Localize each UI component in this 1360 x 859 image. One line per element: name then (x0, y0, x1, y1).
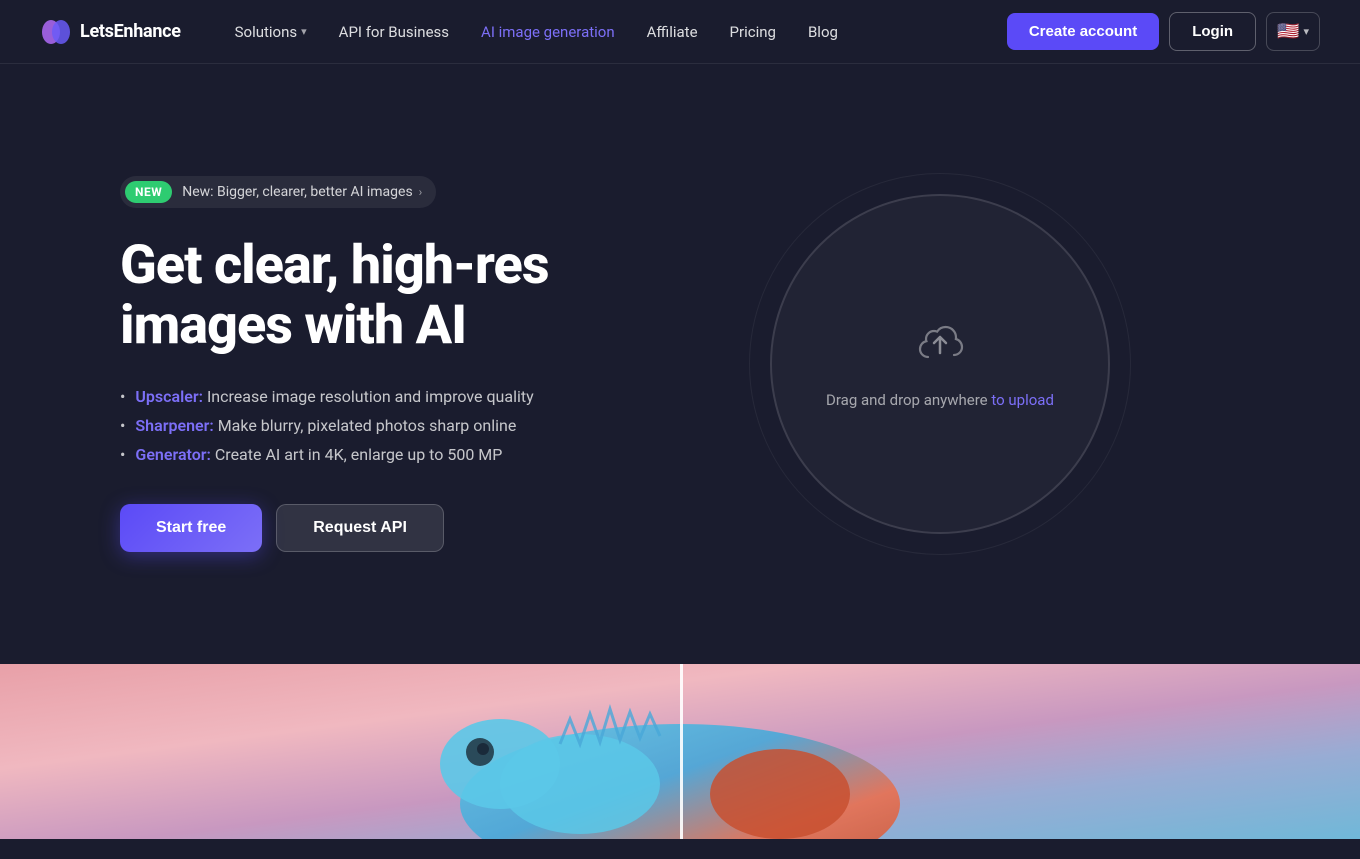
image-split-line (680, 664, 683, 839)
feature-label-upscaler: Upscaler: (135, 387, 203, 406)
upload-icon (914, 319, 966, 375)
logo-link[interactable]: LetsEnhance (40, 16, 181, 48)
new-badge-row: NEW New: Bigger, clearer, better AI imag… (120, 176, 640, 208)
feature-generator: Generator: Create AI art in 4K, enlarge … (120, 445, 640, 464)
logo-icon (40, 16, 72, 48)
chevron-right-icon: › (419, 185, 423, 199)
nav-actions: Create account Login 🇺🇸 ▾ (1007, 12, 1320, 51)
nav-item-affiliate[interactable]: Affiliate (633, 15, 712, 49)
feature-list: Upscaler: Increase image resolution and … (120, 387, 640, 464)
new-badge-wrapper[interactable]: NEW New: Bigger, clearer, better AI imag… (120, 176, 436, 208)
nav-item-api[interactable]: API for Business (325, 15, 463, 49)
hero-section: NEW New: Bigger, clearer, better AI imag… (0, 64, 1360, 664)
hero-heading: Get clear, high-res images with AI (120, 236, 640, 355)
nav-links: Solutions ▾ API for Business AI image ge… (221, 15, 1007, 49)
start-free-button[interactable]: Start free (120, 504, 262, 552)
logo-text: LetsEnhance (80, 21, 181, 42)
nav-item-blog[interactable]: Blog (794, 15, 852, 49)
chameleon-image-section (0, 664, 1360, 839)
upload-dropzone[interactable]: Drag and drop anywhere to upload (770, 194, 1110, 534)
request-api-button[interactable]: Request API (276, 504, 444, 552)
upload-instruction: Drag and drop anywhere to upload (826, 391, 1054, 409)
feature-upscaler: Upscaler: Increase image resolution and … (120, 387, 640, 406)
chevron-down-icon: ▾ (301, 25, 307, 38)
nav-item-ai-generation[interactable]: AI image generation (467, 15, 629, 49)
flag-icon: 🇺🇸 (1277, 21, 1299, 42)
nav-item-pricing[interactable]: Pricing (716, 15, 790, 49)
badge-announcement: New: Bigger, clearer, better AI images › (182, 184, 422, 200)
new-badge: NEW (125, 181, 172, 203)
cta-row: Start free Request API (120, 504, 640, 552)
language-selector[interactable]: 🇺🇸 ▾ (1266, 12, 1320, 51)
navbar: LetsEnhance Solutions ▾ API for Business… (0, 0, 1360, 64)
hero-right: Drag and drop anywhere to upload (640, 194, 1240, 534)
chevron-down-icon: ▾ (1303, 25, 1309, 38)
login-button[interactable]: Login (1169, 12, 1256, 51)
nav-item-solutions[interactable]: Solutions ▾ (221, 15, 321, 49)
upload-link[interactable]: to upload (991, 391, 1054, 409)
feature-label-generator: Generator: (135, 445, 211, 464)
hero-content: NEW New: Bigger, clearer, better AI imag… (120, 176, 640, 552)
create-account-button[interactable]: Create account (1007, 13, 1159, 50)
feature-sharpener: Sharpener: Make blurry, pixelated photos… (120, 416, 640, 435)
feature-label-sharpener: Sharpener: (135, 416, 213, 435)
